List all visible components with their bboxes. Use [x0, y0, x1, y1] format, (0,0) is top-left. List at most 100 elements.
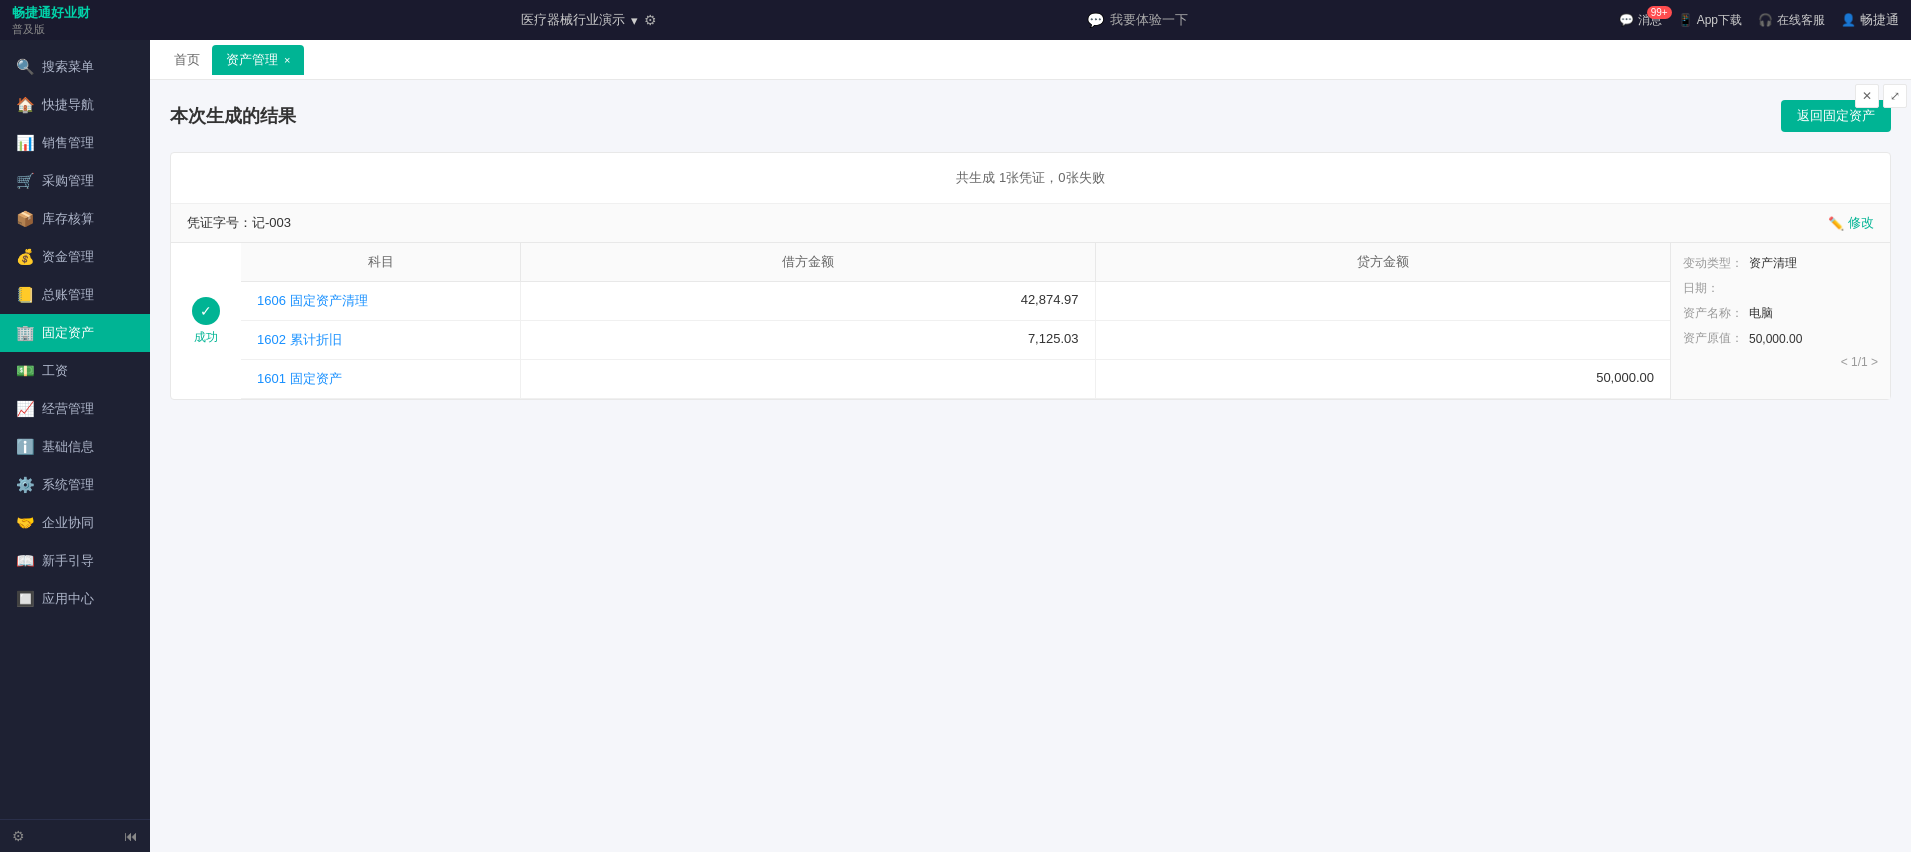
result-summary: 共生成 1张凭证，0张失败: [171, 153, 1890, 204]
sidebar-item-basic-info[interactable]: ℹ️ 基础信息: [0, 428, 150, 466]
settings-bottom-icon[interactable]: ⚙: [12, 828, 25, 844]
sidebar-item-label: 总账管理: [42, 286, 94, 304]
close-panel-btn[interactable]: ✕: [1855, 84, 1879, 108]
inventory-icon: 📦: [16, 210, 34, 228]
fixed-assets-icon: 🏢: [16, 324, 34, 342]
sidebar-item-inventory[interactable]: 📦 库存核算: [0, 200, 150, 238]
topbar: 畅捷通好业财 普及版 医疗器械行业演示 ▾ ⚙ 💬 我要体验一下 💬 消息 99…: [0, 0, 1911, 40]
voucher-number: 凭证字号：记-003: [187, 214, 291, 232]
change-type-row: 变动类型： 资产清理: [1683, 255, 1878, 272]
voucher-table: 科目 借方金额 贷方金额 1606 固定资产清理 42,874.97 1602 …: [241, 243, 1670, 399]
success-icon: ✓: [192, 297, 220, 325]
date-row: 日期：: [1683, 280, 1878, 297]
original-value-row: 资产原值： 50,000.00: [1683, 330, 1878, 347]
subject-cell: 1601 固定资产: [241, 360, 521, 398]
expand-panel-btn[interactable]: ⤢: [1883, 84, 1907, 108]
purchase-icon: 🛒: [16, 172, 34, 190]
table-row: 1601 固定资产 50,000.00: [241, 360, 1670, 399]
app-download-btn[interactable]: 📱 App下载: [1678, 12, 1742, 29]
col-header-debit: 借方金额: [521, 243, 1096, 281]
sidebar-item-label: 快捷导航: [42, 96, 94, 114]
basic-info-icon: ℹ️: [16, 438, 34, 456]
result-card: 共生成 1张凭证，0张失败 凭证字号：记-003 ✏️ 修改: [170, 152, 1891, 400]
sidebar-item-quick-nav[interactable]: 🏠 快捷导航: [0, 86, 150, 124]
sidebar-item-label: 企业协同: [42, 514, 94, 532]
subject-cell: 1606 固定资产清理: [241, 282, 521, 320]
tab-home[interactable]: 首页: [166, 45, 208, 75]
table-row: 1606 固定资产清理 42,874.97: [241, 282, 1670, 321]
page-title: 本次生成的结果: [170, 104, 296, 128]
user-avatar[interactable]: 👤 畅捷通: [1841, 11, 1899, 29]
asset-name-row: 资产名称： 电脑: [1683, 305, 1878, 322]
side-info-panel: 变动类型： 资产清理 日期： 资产名称： 电脑: [1670, 243, 1890, 399]
topbar-right: 💬 消息 99+ 📱 App下载 🎧 在线客服 👤 畅捷通: [1619, 11, 1899, 29]
tab-asset-management[interactable]: 资产管理 ×: [212, 45, 304, 75]
tabbar: 首页 资产管理 ×: [150, 40, 1911, 80]
sidebar-item-payroll[interactable]: 💵 工资: [0, 352, 150, 390]
sidebar-item-enterprise[interactable]: 🤝 企业协同: [0, 504, 150, 542]
sidebar: 🔍 搜索菜单 🏠 快捷导航 📊 销售管理 🛒 采购管理 📦 库存核算 💰: [0, 40, 150, 852]
search-icon: 🔍: [16, 58, 34, 76]
online-service-btn[interactable]: 🎧 在线客服: [1758, 12, 1825, 29]
voucher-body: ✓ 成功 科目 借方金额 贷方金额 1606 固定资产清理: [171, 243, 1890, 399]
credit-cell: 50,000.00: [1096, 360, 1671, 398]
panel-controls: ✕ ⤢: [1851, 80, 1911, 112]
credit-cell: [1096, 321, 1671, 359]
tab-close-btn[interactable]: ×: [284, 54, 290, 66]
sidebar-item-label: 基础信息: [42, 438, 94, 456]
sidebar-item-label: 应用中心: [42, 590, 94, 608]
pagination[interactable]: < 1/1 >: [1683, 355, 1878, 369]
ledger-icon: 📒: [16, 286, 34, 304]
content-area: 首页 资产管理 × 本次生成的结果 返回固定资产 共生成 1张凭证，0张失败: [150, 40, 1911, 852]
company-selector[interactable]: 医疗器械行业演示 ▾ ⚙: [521, 11, 657, 29]
sidebar-item-label: 搜索菜单: [42, 58, 94, 76]
message-btn[interactable]: 💬 消息 99+: [1619, 12, 1662, 29]
debit-cell: [521, 360, 1096, 398]
settings-icon[interactable]: ⚙: [644, 12, 657, 28]
table-row: 1602 累计折旧 7,125.03: [241, 321, 1670, 360]
sidebar-item-system[interactable]: ⚙️ 系统管理: [0, 466, 150, 504]
sidebar-item-label: 新手引导: [42, 552, 94, 570]
sidebar-nav: 🔍 搜索菜单 🏠 快捷导航 📊 销售管理 🛒 采购管理 📦 库存核算 💰: [0, 40, 150, 819]
sidebar-item-sales[interactable]: 📊 销售管理: [0, 124, 150, 162]
sidebar-item-app-center[interactable]: 🔲 应用中心: [0, 580, 150, 618]
subject-cell: 1602 累计折旧: [241, 321, 521, 359]
page-header: 本次生成的结果 返回固定资产: [170, 100, 1891, 132]
debit-cell: 7,125.03: [521, 321, 1096, 359]
sidebar-item-guide[interactable]: 📖 新手引导: [0, 542, 150, 580]
collapse-icon[interactable]: ⏮: [124, 828, 138, 844]
status-text: 成功: [194, 329, 218, 346]
voucher-section: 凭证字号：记-003 ✏️ 修改 ✓ 成功: [171, 204, 1890, 399]
sidebar-item-label: 销售管理: [42, 134, 94, 152]
credit-cell: [1096, 282, 1671, 320]
page-content: 本次生成的结果 返回固定资产 共生成 1张凭证，0张失败 凭证字号：记-003 …: [150, 80, 1911, 852]
sidebar-item-label: 系统管理: [42, 476, 94, 494]
voucher-header: 凭证字号：记-003 ✏️ 修改: [171, 204, 1890, 243]
app-center-icon: 🔲: [16, 590, 34, 608]
sidebar-item-label: 库存核算: [42, 210, 94, 228]
sidebar-item-label: 固定资产: [42, 324, 94, 342]
experience-btn[interactable]: 💬 我要体验一下: [1087, 11, 1188, 29]
sidebar-item-finance[interactable]: 💰 资金管理: [0, 238, 150, 276]
sidebar-item-purchase[interactable]: 🛒 采购管理: [0, 162, 150, 200]
home-icon: 🏠: [16, 96, 34, 114]
status-col: ✓ 成功: [171, 243, 241, 399]
guide-icon: 📖: [16, 552, 34, 570]
sidebar-item-label: 经营管理: [42, 400, 94, 418]
sidebar-item-ledger[interactable]: 📒 总账管理: [0, 276, 150, 314]
edit-btn[interactable]: ✏️ 修改: [1828, 214, 1874, 232]
table-header: 科目 借方金额 贷方金额: [241, 243, 1670, 282]
system-icon: ⚙️: [16, 476, 34, 494]
operations-icon: 📈: [16, 400, 34, 418]
topbar-left: 畅捷通好业财 普及版: [12, 4, 90, 37]
finance-icon: 💰: [16, 248, 34, 266]
edit-icon: ✏️: [1828, 216, 1844, 231]
sidebar-item-operations[interactable]: 📈 经营管理: [0, 390, 150, 428]
sidebar-item-label: 工资: [42, 362, 68, 380]
enterprise-icon: 🤝: [16, 514, 34, 532]
col-header-credit: 贷方金额: [1096, 243, 1671, 281]
sidebar-item-label: 资金管理: [42, 248, 94, 266]
sidebar-item-fixed-assets[interactable]: 🏢 固定资产: [0, 314, 150, 352]
sidebar-item-search[interactable]: 🔍 搜索菜单: [0, 48, 150, 86]
sales-icon: 📊: [16, 134, 34, 152]
